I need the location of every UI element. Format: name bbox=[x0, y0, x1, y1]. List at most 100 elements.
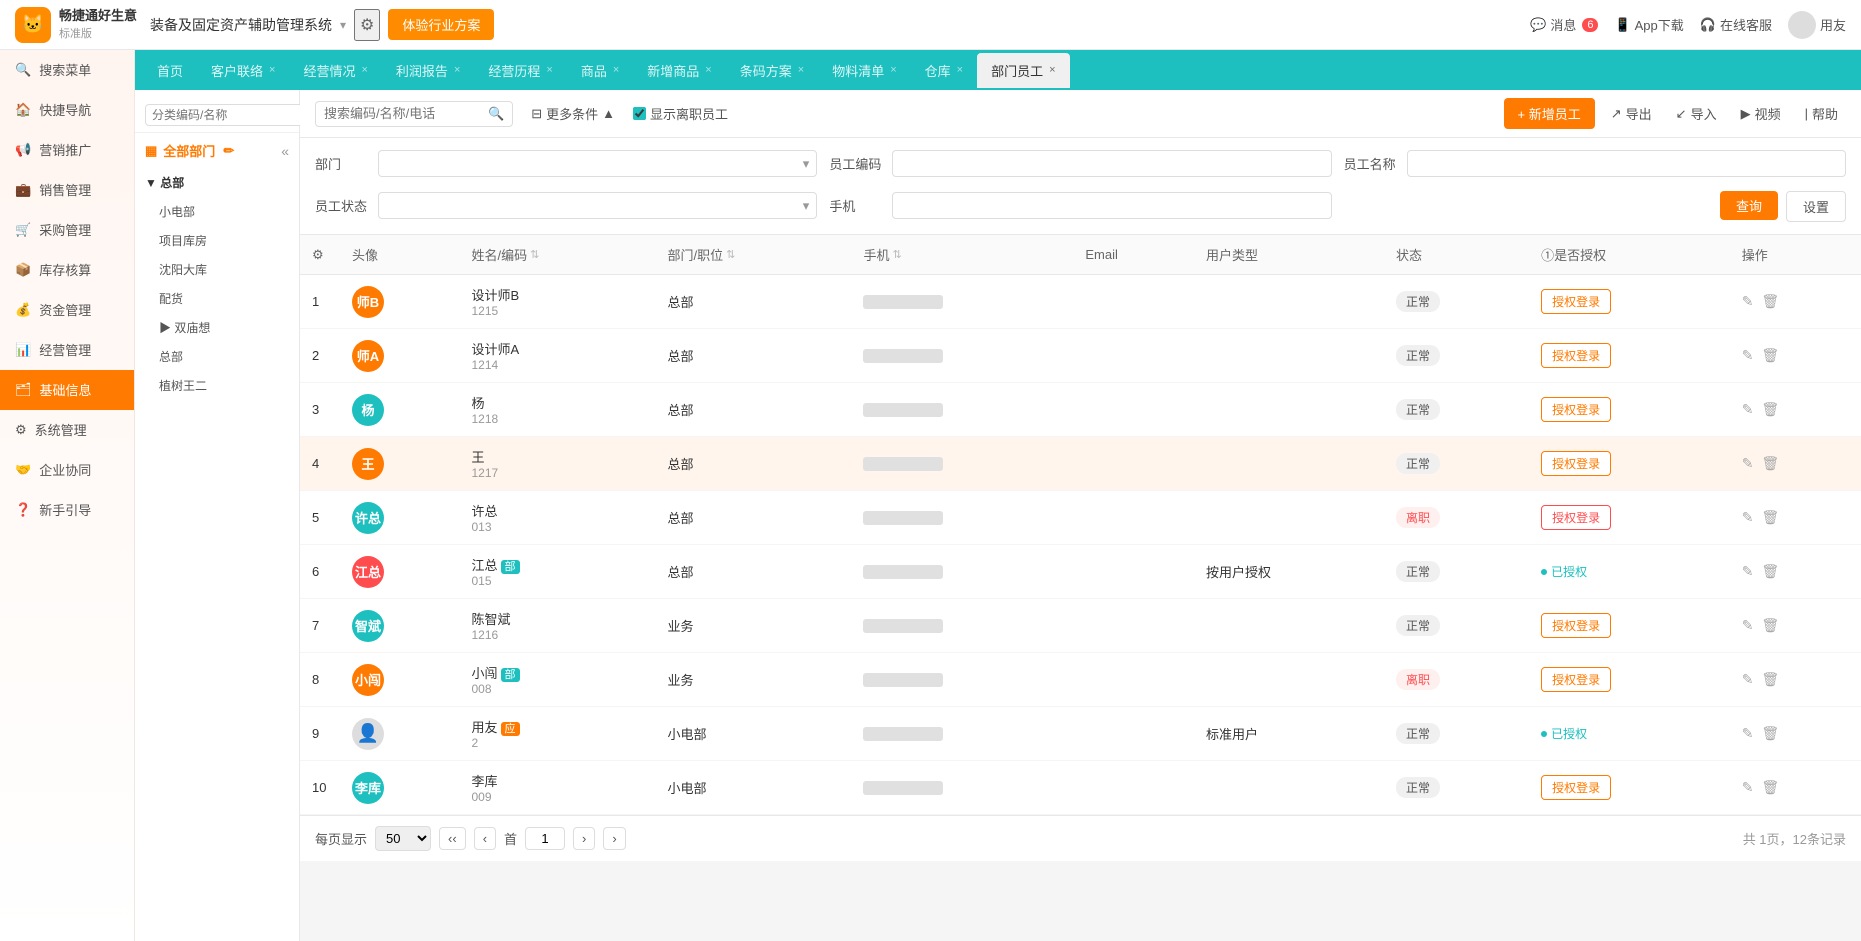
edit-button[interactable]: ✎ bbox=[1742, 347, 1754, 364]
delete-button[interactable]: 🗑 bbox=[1761, 293, 1779, 310]
delete-button[interactable]: 🗑 bbox=[1761, 725, 1779, 742]
phone-input[interactable] bbox=[892, 192, 1331, 219]
sidebar-item-资金管理[interactable]: 💰资金管理 bbox=[0, 290, 134, 330]
message-button[interactable]: 💬 消息 6 bbox=[1530, 15, 1598, 34]
import-button[interactable]: ↙ 导入 bbox=[1668, 100, 1725, 127]
nav-tab-首页[interactable]: 首页 bbox=[143, 53, 197, 88]
sidebar-item-新手引导[interactable]: ❓新手引导 bbox=[0, 490, 134, 530]
last-page-button[interactable]: › bbox=[603, 827, 625, 850]
delete-button[interactable]: 🗑 bbox=[1761, 617, 1779, 634]
th-dept[interactable]: 部门/职位 ⇅ bbox=[655, 235, 851, 275]
close-tab-icon[interactable]: × bbox=[705, 64, 711, 76]
more-filter-button[interactable]: ⊟ 更多条件 ▲ bbox=[523, 100, 623, 127]
delete-button[interactable]: 🗑 bbox=[1761, 671, 1779, 688]
close-tab-icon[interactable]: × bbox=[798, 64, 804, 76]
sidebar-item-营销推广[interactable]: 📢营销推广 bbox=[0, 130, 134, 170]
close-tab-icon[interactable]: × bbox=[361, 64, 367, 76]
dropdown-arrow-icon[interactable]: ▾ bbox=[340, 18, 346, 32]
settings-icon[interactable]: ⚙ bbox=[354, 9, 380, 41]
close-tab-icon[interactable]: × bbox=[546, 64, 552, 76]
th-settings[interactable]: ⚙ bbox=[300, 235, 340, 275]
dept-node[interactable]: ▶ 双庙想 bbox=[135, 313, 299, 342]
edit-button[interactable]: ✎ bbox=[1742, 779, 1754, 796]
add-employee-button[interactable]: + 新增员工 bbox=[1504, 98, 1595, 129]
close-tab-icon[interactable]: × bbox=[454, 64, 460, 76]
nav-tab-经营历程[interactable]: 经营历程× bbox=[474, 53, 566, 88]
th-name[interactable]: 姓名/编码 ⇅ bbox=[460, 235, 656, 275]
auth-button[interactable]: 授权登录 bbox=[1541, 667, 1611, 692]
set-button[interactable]: 设置 bbox=[1786, 191, 1846, 222]
th-phone[interactable]: 手机 ⇅ bbox=[851, 235, 1073, 275]
close-tab-icon[interactable]: × bbox=[957, 64, 963, 76]
close-tab-icon[interactable]: × bbox=[269, 64, 275, 76]
user-area[interactable]: 用友 bbox=[1788, 11, 1846, 39]
app-download-button[interactable]: 📱 App下载 bbox=[1614, 15, 1683, 34]
sidebar-item-快捷导航[interactable]: 🏠快捷导航 bbox=[0, 90, 134, 130]
dept-search-input[interactable] bbox=[145, 104, 314, 126]
nav-tab-部门员工[interactable]: 部门员工× bbox=[977, 53, 1069, 88]
delete-button[interactable]: 🗑 bbox=[1761, 509, 1779, 526]
nav-tab-条码方案[interactable]: 条码方案× bbox=[726, 53, 818, 88]
edit-button[interactable]: ✎ bbox=[1742, 671, 1754, 688]
sidebar-item-企业协同[interactable]: 🤝企业协同 bbox=[0, 450, 134, 490]
emp-name-input[interactable] bbox=[1407, 150, 1846, 177]
sidebar-search[interactable]: 🔍 搜索菜单 bbox=[0, 50, 134, 90]
close-tab-icon[interactable]: × bbox=[890, 64, 896, 76]
edit-button[interactable]: ✎ bbox=[1742, 293, 1754, 310]
delete-button[interactable]: 🗑 bbox=[1761, 347, 1779, 364]
nav-tab-物料清单[interactable]: 物料清单× bbox=[818, 53, 910, 88]
dept-node[interactable]: 项目库房 bbox=[135, 226, 299, 255]
delete-button[interactable]: 🗑 bbox=[1761, 455, 1779, 472]
dept-node[interactable]: 配货 bbox=[135, 284, 299, 313]
edit-button[interactable]: ✎ bbox=[1742, 509, 1754, 526]
edit-button[interactable]: ✎ bbox=[1742, 617, 1754, 634]
sidebar-item-经营管理[interactable]: 📊经营管理 bbox=[0, 330, 134, 370]
query-button[interactable]: 查询 bbox=[1720, 191, 1778, 220]
export-button[interactable]: ↗ 导出 bbox=[1603, 100, 1660, 127]
nav-tab-新增商品[interactable]: 新增商品× bbox=[633, 53, 725, 88]
search-input[interactable] bbox=[324, 106, 484, 121]
search-submit-icon[interactable]: 🔍 bbox=[488, 106, 504, 122]
page-number-input[interactable] bbox=[525, 827, 565, 850]
nav-tab-经营情况[interactable]: 经营情况× bbox=[289, 53, 381, 88]
auth-button[interactable]: 授权登录 bbox=[1541, 613, 1611, 638]
sidebar-item-基础信息[interactable]: 🗂基础信息 bbox=[0, 370, 134, 410]
nav-tab-商品[interactable]: 商品× bbox=[567, 53, 633, 88]
auth-button[interactable]: 授权登录 bbox=[1541, 397, 1611, 422]
prev-page-button[interactable]: ‹ bbox=[474, 827, 496, 850]
close-tab-icon[interactable]: × bbox=[613, 64, 619, 76]
emp-status-select[interactable] bbox=[378, 192, 817, 219]
per-page-select[interactable]: 50 20 100 bbox=[375, 826, 431, 851]
edit-button[interactable]: ✎ bbox=[1742, 563, 1754, 580]
dept-node[interactable]: 小电部 bbox=[135, 197, 299, 226]
service-button[interactable]: 🎧 在线客服 bbox=[1700, 15, 1772, 34]
delete-button[interactable]: 🗑 bbox=[1761, 563, 1779, 580]
next-page-button[interactable]: › bbox=[573, 827, 595, 850]
sidebar-item-库存核算[interactable]: 📦库存核算 bbox=[0, 250, 134, 290]
edit-button[interactable]: ✎ bbox=[1742, 725, 1754, 742]
first-page-button[interactable]: ‹‹ bbox=[439, 827, 466, 850]
sidebar-item-系统管理[interactable]: ⚙系统管理 bbox=[0, 410, 134, 450]
trial-button[interactable]: 体验行业方案 bbox=[388, 9, 494, 40]
help-button[interactable]: | 帮助 bbox=[1797, 100, 1846, 127]
dept-node[interactable]: ▼ 总部 bbox=[135, 168, 299, 197]
close-tab-icon[interactable]: × bbox=[1049, 64, 1055, 76]
dept-node[interactable]: 沈阳大库 bbox=[135, 255, 299, 284]
sidebar-item-销售管理[interactable]: 💼销售管理 bbox=[0, 170, 134, 210]
nav-tab-客户联络[interactable]: 客户联络× bbox=[197, 53, 289, 88]
edit-button[interactable]: ✎ bbox=[1742, 401, 1754, 418]
auth-button[interactable]: 授权登录 bbox=[1541, 343, 1611, 368]
dept-select[interactable] bbox=[378, 150, 817, 177]
dept-node[interactable]: 植树王二 bbox=[135, 371, 299, 400]
auth-button[interactable]: 授权登录 bbox=[1541, 289, 1611, 314]
auth-button[interactable]: 授权登录 bbox=[1541, 505, 1611, 530]
dept-all-item[interactable]: ▦ 全部部门 ✏ « bbox=[135, 133, 299, 168]
delete-button[interactable]: 🗑 bbox=[1761, 779, 1779, 796]
nav-tab-仓库[interactable]: 仓库× bbox=[911, 53, 977, 88]
view-button[interactable]: ▶ 视频 bbox=[1733, 100, 1789, 127]
delete-button[interactable]: 🗑 bbox=[1761, 401, 1779, 418]
collapse-tree-button[interactable]: « bbox=[281, 143, 289, 159]
auth-button[interactable]: 授权登录 bbox=[1541, 451, 1611, 476]
emp-code-input[interactable] bbox=[892, 150, 1331, 177]
show-resigned-checkbox[interactable]: 显示离职员工 bbox=[633, 104, 728, 123]
